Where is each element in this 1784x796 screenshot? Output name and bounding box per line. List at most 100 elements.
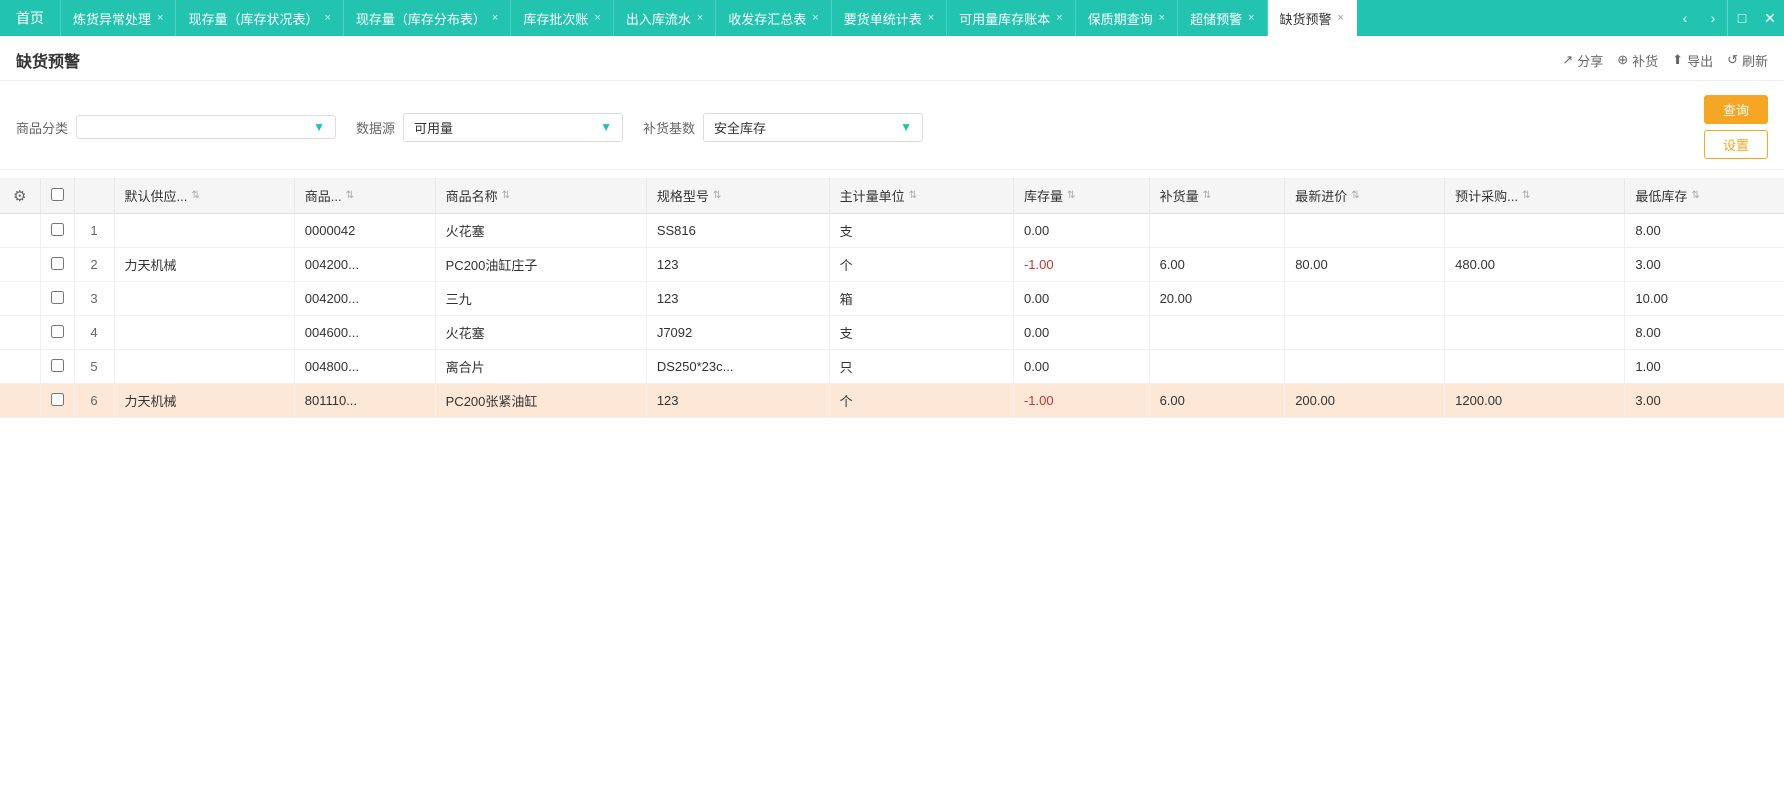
replenish-button[interactable]: ⊕ 补货 [1617,51,1658,70]
th-estimated-purchase[interactable]: 预计采购... ⇅ [1445,178,1625,214]
table-cell: 3 [74,282,114,316]
tab-close-icon-6[interactable]: × [928,12,934,24]
nav-tab-9[interactable]: 超储预警× [1178,0,1267,36]
datasource-arrow: ▼ [600,120,612,134]
table-cell: 火花塞 [435,316,646,350]
tab-close-icon-2[interactable]: × [492,12,498,24]
nav-tab-10[interactable]: 缺货预警× [1268,0,1357,36]
sort-product-code-icon[interactable]: ⇅ [346,190,354,201]
datasource-label: 数据源 [356,118,395,137]
nav-scroll-left[interactable]: ‹ [1671,0,1699,36]
share-button[interactable]: ↗ 分享 [1562,51,1603,70]
nav-tab-6[interactable]: 要货单统计表× [832,0,947,36]
category-select[interactable]: ▼ [76,115,336,139]
filter-area: 商品分类 ▼ 数据源 可用量 ▼ 补货基数 安全库存 ▼ 查询 设置 [0,81,1784,170]
table-cell [1285,214,1445,248]
row-checkbox-0[interactable] [51,223,64,236]
nav-tab-4[interactable]: 出入库流水× [614,0,716,36]
sort-min-stock-icon[interactable]: ⇅ [1691,190,1699,201]
table-cell: 5 [74,350,114,384]
th-unit[interactable]: 主计量单位 ⇅ [829,178,1013,214]
th-spec[interactable]: 规格型号 ⇅ [646,178,829,214]
row-checkbox-1[interactable] [51,257,64,270]
nav-tab-8[interactable]: 保质期查询× [1076,0,1178,36]
row-gear-cell [0,214,40,248]
nav-tab-2[interactable]: 现存量（库存分布表）× [344,0,511,36]
nav-close-all[interactable]: ✕ [1756,0,1784,36]
th-product-code[interactable]: 商品... ⇅ [294,178,435,214]
sort-unit-icon[interactable]: ⇅ [909,190,917,201]
tab-close-icon-8[interactable]: × [1159,12,1165,24]
tab-close-icon-1[interactable]: × [324,12,330,24]
row-checkbox-5[interactable] [51,393,64,406]
th-latest-price[interactable]: 最新进价 ⇅ [1285,178,1445,214]
table-cell: 0.00 [1013,316,1149,350]
tab-close-icon-7[interactable]: × [1056,12,1062,24]
table-cell [1445,282,1625,316]
table-cell [1285,350,1445,384]
tab-close-icon-10[interactable]: × [1338,12,1344,24]
sort-estimated-purchase-icon[interactable]: ⇅ [1522,190,1530,201]
table-cell: 480.00 [1445,248,1625,282]
sort-product-name-icon[interactable]: ⇅ [502,190,510,201]
table-cell: 三九 [435,282,646,316]
table-row: 5004800...离合片DS250*23c...只0.001.00 [0,350,1784,384]
replenish-basis-select[interactable]: 安全库存 ▼ [703,113,923,142]
data-table-wrap: ⚙ 默认供应... ⇅ 商品... [0,170,1784,426]
nav-tab-5[interactable]: 收发存汇总表× [716,0,831,36]
table-cell: -1.00 [1013,248,1149,282]
nav-home[interactable]: 首页 [0,0,61,36]
nav-restore[interactable]: □ [1728,0,1756,36]
th-gear[interactable]: ⚙ [0,178,40,214]
select-all-checkbox[interactable] [51,188,64,201]
table-cell [114,316,294,350]
sort-replenish-icon[interactable]: ⇅ [1203,190,1211,201]
replenish-basis-filter-group: 补货基数 安全库存 ▼ [643,113,923,142]
query-button[interactable]: 查询 [1704,95,1768,124]
th-row-num [74,178,114,214]
nav-tab-7[interactable]: 可用量库存账本× [947,0,1075,36]
nav-scroll-right[interactable]: › [1699,0,1727,36]
tab-close-icon-4[interactable]: × [697,12,703,24]
row-checkbox-3[interactable] [51,325,64,338]
table-cell: J7092 [646,316,829,350]
table-cell [1149,350,1285,384]
th-product-name[interactable]: 商品名称 ⇅ [435,178,646,214]
tab-close-icon-0[interactable]: × [157,12,163,24]
row-checkbox-cell [40,214,74,248]
table-cell: PC200油缸庄子 [435,248,646,282]
table-cell [114,214,294,248]
nav-tab-1[interactable]: 现存量（库存状况表）× [176,0,343,36]
sort-supplier-icon[interactable]: ⇅ [191,190,199,201]
refresh-button[interactable]: ↺ 刷新 [1727,51,1768,70]
row-gear-cell [0,384,40,418]
table-cell [114,282,294,316]
tab-close-icon-5[interactable]: × [812,12,818,24]
sort-spec-icon[interactable]: ⇅ [713,190,721,201]
export-button[interactable]: ⬆ 导出 [1672,51,1713,70]
row-checkbox-cell [40,282,74,316]
sort-stock-icon[interactable]: ⇅ [1067,190,1075,201]
table-cell: 20.00 [1149,282,1285,316]
column-settings-icon[interactable]: ⚙ [13,188,26,205]
th-replenish[interactable]: 补货量 ⇅ [1149,178,1285,214]
table-cell: 6.00 [1149,384,1285,418]
tab-close-icon-3[interactable]: × [594,12,600,24]
row-checkbox-cell [40,384,74,418]
row-checkbox-4[interactable] [51,359,64,372]
table-cell: 8.00 [1625,316,1784,350]
tab-close-icon-9[interactable]: × [1248,12,1254,24]
datasource-filter-group: 数据源 可用量 ▼ [356,113,623,142]
nav-tab-3[interactable]: 库存批次账× [511,0,613,36]
th-supplier[interactable]: 默认供应... ⇅ [114,178,294,214]
table-cell: 力天机械 [114,384,294,418]
th-stock[interactable]: 库存量 ⇅ [1013,178,1149,214]
datasource-select[interactable]: 可用量 ▼ [403,113,623,142]
row-checkbox-2[interactable] [51,291,64,304]
nav-tab-0[interactable]: 炼货异常处理× [61,0,176,36]
table-cell: SS816 [646,214,829,248]
replenish-basis-value: 安全库存 [714,118,894,137]
th-min-stock[interactable]: 最低库存 ⇅ [1625,178,1784,214]
settings-button[interactable]: 设置 [1704,130,1768,159]
sort-latest-price-icon[interactable]: ⇅ [1351,190,1359,201]
